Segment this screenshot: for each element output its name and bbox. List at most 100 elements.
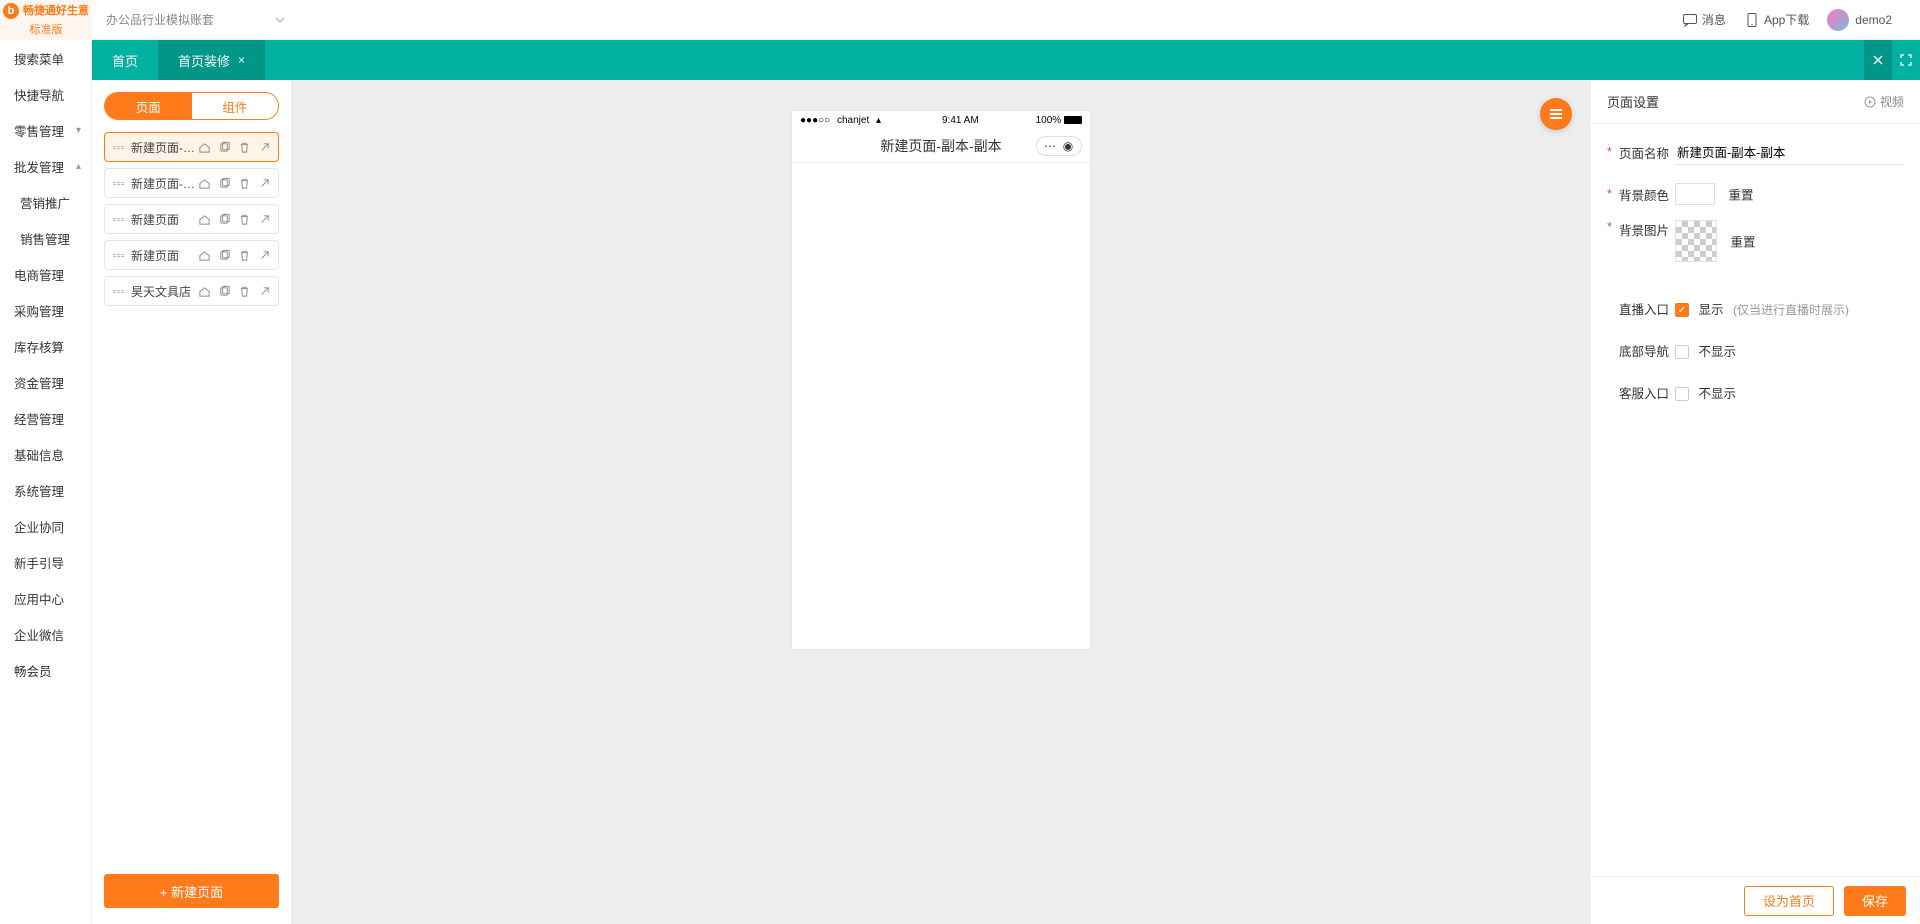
sidebar-subitem[interactable]: 销售管理: [0, 220, 91, 256]
video-help-link[interactable]: 视频: [1864, 93, 1904, 110]
more-icon: ⋯: [1043, 139, 1057, 153]
home-icon[interactable]: [196, 175, 212, 191]
user-menu[interactable]: demo2: [1827, 9, 1892, 31]
bg-image-reset[interactable]: 重置: [1730, 236, 1755, 250]
logo: b畅捷通好生意 标准版: [0, 0, 92, 40]
avatar: [1827, 9, 1849, 31]
sidebar-item[interactable]: 应用中心: [0, 580, 91, 616]
sidebar-item[interactable]: 企业微信: [0, 616, 91, 652]
target-icon: ◉: [1061, 139, 1075, 153]
delete-icon[interactable]: [236, 283, 252, 299]
tab-close-icon[interactable]: ×: [238, 53, 245, 67]
sidebar-item[interactable]: 基础信息: [0, 436, 91, 472]
phone-icon: [1744, 12, 1760, 28]
message-icon: [1682, 12, 1698, 28]
copy-icon[interactable]: [216, 175, 232, 191]
delete-icon[interactable]: [236, 211, 252, 227]
new-page-button[interactable]: + 新建页面: [104, 874, 279, 908]
share-icon[interactable]: [256, 139, 272, 155]
drag-handle-icon[interactable]: [111, 140, 125, 154]
sidebar-item[interactable]: 搜索菜单: [0, 40, 91, 76]
sidebar-item[interactable]: 采购管理: [0, 292, 91, 328]
home-icon[interactable]: [196, 139, 212, 155]
pages-pane: 页面 组件 新建页面-副本...新建页面-副本新建页面新建页面昊天文具店 + 新…: [92, 80, 292, 924]
page-name: 新建页面-副本: [131, 175, 196, 192]
sidebar-item[interactable]: 新手引导: [0, 544, 91, 580]
phone-preview: ●●●○○ chanjet ▴ 9:41 AM 100% 新建页面-副本-副本: [791, 110, 1091, 650]
miniprogram-capsule[interactable]: ⋯ ◉: [1036, 136, 1082, 156]
tab[interactable]: 首页装修×: [158, 40, 265, 80]
sidebar: 搜索菜单快捷导航零售管理▾批发管理▴营销推广销售管理电商管理采购管理库存核算资金…: [0, 40, 92, 924]
messages-link[interactable]: 消息: [1682, 11, 1726, 28]
settings-pane: 页面设置 视频 *页面名称 *背景颜色 重置: [1590, 80, 1920, 924]
sidebar-item[interactable]: 快捷导航: [0, 76, 91, 112]
copy-icon[interactable]: [216, 247, 232, 263]
phone-status-bar: ●●●○○ chanjet ▴ 9:41 AM 100%: [792, 111, 1090, 129]
sidebar-item[interactable]: 系统管理: [0, 472, 91, 508]
chevron-down-icon: [274, 14, 286, 26]
segment-page[interactable]: 页面: [105, 93, 192, 119]
drag-handle-icon[interactable]: [111, 176, 125, 190]
play-icon: [1864, 96, 1876, 108]
phone-page-title: 新建页面-副本-副本: [880, 136, 1001, 156]
page-row[interactable]: 新建页面-副本...: [104, 132, 279, 162]
live-entry-checkbox[interactable]: ✓: [1675, 303, 1689, 317]
sidebar-item[interactable]: 畅会员: [0, 652, 91, 688]
sidebar-subitem[interactable]: 营销推广: [0, 184, 91, 220]
set-home-button[interactable]: 设为首页: [1744, 886, 1834, 916]
copy-icon[interactable]: [216, 139, 232, 155]
delete-icon[interactable]: [236, 139, 252, 155]
share-icon[interactable]: [256, 175, 272, 191]
canvas: ●●●○○ chanjet ▴ 9:41 AM 100% 新建页面-副本-副本: [292, 80, 1590, 924]
page-row[interactable]: 新建页面: [104, 204, 279, 234]
component-drawer-toggle[interactable]: [1540, 98, 1572, 130]
account-selector[interactable]: 办公品行业模拟账套: [92, 11, 302, 28]
delete-icon[interactable]: [236, 175, 252, 191]
bottom-nav-checkbox[interactable]: [1675, 345, 1689, 359]
signal-icon: ●●●○○: [800, 115, 830, 126]
sidebar-item[interactable]: 企业协同: [0, 508, 91, 544]
sidebar-item[interactable]: 经营管理: [0, 400, 91, 436]
phone-time: 9:41 AM: [942, 115, 979, 126]
app-download-link[interactable]: App下载: [1744, 11, 1809, 28]
drag-handle-icon[interactable]: [111, 212, 125, 226]
home-icon[interactable]: [196, 247, 212, 263]
page-row[interactable]: 新建页面-副本: [104, 168, 279, 198]
battery-icon: [1064, 116, 1082, 124]
sidebar-item[interactable]: 库存核算: [0, 328, 91, 364]
copy-icon[interactable]: [216, 211, 232, 227]
home-icon[interactable]: [196, 283, 212, 299]
delete-icon[interactable]: [236, 247, 252, 263]
bg-image-picker[interactable]: [1675, 220, 1717, 262]
page-name: 新建页面: [131, 247, 196, 264]
share-icon[interactable]: [256, 247, 272, 263]
page-name: 新建页面: [131, 211, 196, 228]
page-name-input[interactable]: [1675, 139, 1904, 165]
settings-title: 页面设置: [1607, 92, 1659, 111]
drag-handle-icon[interactable]: [111, 284, 125, 298]
drag-handle-icon[interactable]: [111, 248, 125, 262]
page-row[interactable]: 昊天文具店: [104, 276, 279, 306]
page-name: 昊天文具店: [131, 283, 196, 300]
bg-color-reset[interactable]: 重置: [1728, 189, 1753, 203]
segment-component[interactable]: 组件: [192, 93, 279, 119]
page-row[interactable]: 新建页面: [104, 240, 279, 270]
bg-color-swatch[interactable]: [1675, 183, 1715, 205]
tab[interactable]: 首页: [92, 40, 158, 80]
home-icon[interactable]: [196, 211, 212, 227]
close-all-tabs[interactable]: [1864, 40, 1892, 80]
copy-icon[interactable]: [216, 283, 232, 299]
wifi-icon: ▴: [876, 115, 881, 126]
fullscreen-toggle[interactable]: [1892, 40, 1920, 80]
sidebar-item[interactable]: 电商管理: [0, 256, 91, 292]
segmented-control: 页面 组件: [104, 92, 279, 120]
sidebar-item[interactable]: 资金管理: [0, 364, 91, 400]
share-icon[interactable]: [256, 283, 272, 299]
save-button[interactable]: 保存: [1844, 886, 1906, 916]
tab-strip: 首页首页装修×: [92, 40, 1920, 80]
sidebar-item[interactable]: 零售管理▾: [0, 112, 91, 148]
share-icon[interactable]: [256, 211, 272, 227]
cs-entry-checkbox[interactable]: [1675, 387, 1689, 401]
page-name: 新建页面-副本...: [131, 139, 196, 156]
sidebar-item[interactable]: 批发管理▴: [0, 148, 91, 184]
